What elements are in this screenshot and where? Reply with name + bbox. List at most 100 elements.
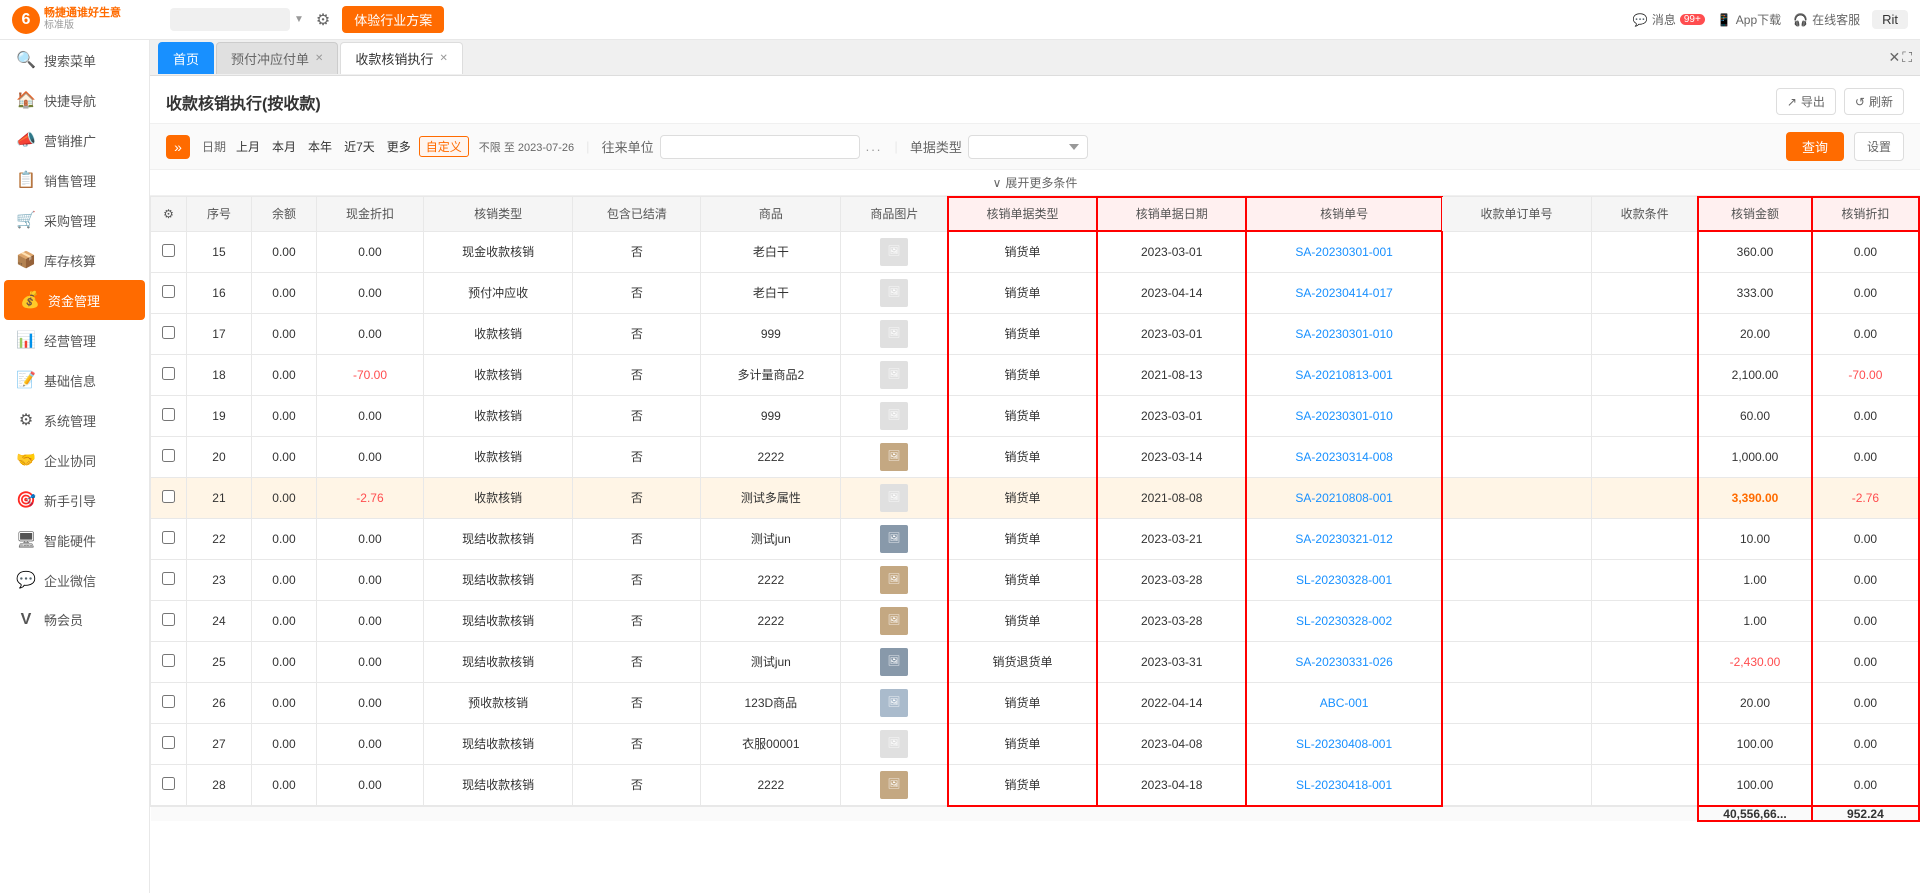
sidebar-item-finance[interactable]: 💰 资金管理 <box>4 280 145 320</box>
goods-img-cell: 🖼 <box>841 641 948 682</box>
prepay-tab-close-icon[interactable]: ✕ <box>315 53 323 64</box>
cancel-bill-no-cell[interactable]: ABC-001 <box>1246 682 1442 723</box>
cancel-bill-no-link[interactable]: SL-20230328-001 <box>1296 573 1392 587</box>
sidebar-item-search[interactable]: 🔍 搜索菜单 <box>0 40 149 80</box>
cancel-bill-no-cell[interactable]: SA-20230331-026 <box>1246 641 1442 682</box>
collab-icon: 🤝 <box>16 450 36 470</box>
goods-thumbnail: 🖼 <box>880 443 908 471</box>
tab-prepay[interactable]: 预付冲应付单 ✕ <box>216 42 338 74</box>
row-checkbox[interactable] <box>151 477 187 518</box>
sidebar-item-marketing[interactable]: 📣 营销推广 <box>0 120 149 160</box>
cancel-bill-no-cell[interactable]: SL-20230418-001 <box>1246 764 1442 806</box>
cancel-bill-no-link[interactable]: SA-20230301-010 <box>1295 327 1392 341</box>
this-year-btn[interactable]: 本年 <box>304 136 336 157</box>
sidebar-item-system[interactable]: ⚙ 系统管理 <box>0 400 149 440</box>
cancel-bill-no-cell[interactable]: SA-20230301-010 <box>1246 395 1442 436</box>
message-badge: 99+ <box>1680 14 1705 25</box>
row-checkbox[interactable] <box>151 518 187 559</box>
cancel-bill-no-link[interactable]: SA-20230321-012 <box>1295 532 1392 546</box>
cancel-bill-no-cell[interactable]: SA-20230321-012 <box>1246 518 1442 559</box>
sidebar-item-collab[interactable]: 🤝 企业协同 <box>0 440 149 480</box>
cancel-bill-no-cell[interactable]: SA-20210813-001 <box>1246 354 1442 395</box>
sidebar-item-guide[interactable]: 🎯 新手引导 <box>0 480 149 520</box>
cancel-bill-no-link[interactable]: SA-20230301-010 <box>1295 409 1392 423</box>
row-checkbox[interactable] <box>151 682 187 723</box>
cancel-bill-no-cell[interactable]: SA-20230414-017 <box>1246 272 1442 313</box>
message-btn[interactable]: 💬 消息 99+ <box>1633 11 1705 28</box>
row-checkbox[interactable] <box>151 231 187 272</box>
tab-close-all-button[interactable]: ✕ <box>1888 49 1900 66</box>
row-checkbox[interactable] <box>151 313 187 354</box>
query-button[interactable]: 查询 <box>1786 132 1844 161</box>
export-button[interactable]: ↗ 导出 <box>1776 88 1836 115</box>
row-checkbox[interactable] <box>151 723 187 764</box>
cancel-bill-no-link[interactable]: SL-20230408-001 <box>1296 737 1392 751</box>
bill-type-select[interactable] <box>968 135 1088 159</box>
col-gear[interactable]: ⚙ <box>151 197 187 232</box>
sidebar-item-hardware[interactable]: 🖥 智能硬件 <box>0 520 149 560</box>
cancel-bill-no-cell[interactable]: SA-20230301-001 <box>1246 231 1442 272</box>
company-selector[interactable]: ▼ <box>170 8 304 31</box>
cancel-amount-cell: 1.00 <box>1698 559 1812 600</box>
footer-cancel-amount: 40,556,66... <box>1698 806 1812 821</box>
receipt-order-no-cell <box>1442 723 1591 764</box>
gear-column-icon[interactable]: ⚙ <box>163 207 174 221</box>
goods-img-cell: 🖼 <box>841 354 948 395</box>
sidebar-item-inventory[interactable]: 📦 库存核算 <box>0 240 149 280</box>
cancel-bill-no-cell[interactable]: SL-20230328-001 <box>1246 559 1442 600</box>
cancel-bill-no-link[interactable]: SA-20230331-026 <box>1295 655 1392 669</box>
cancel-bill-no-link[interactable]: SL-20230328-002 <box>1296 614 1392 628</box>
settings-gear-icon[interactable]: ⚙ <box>312 6 334 34</box>
app-download-btn[interactable]: 📱 App下载 <box>1717 11 1781 28</box>
sidebar-item-wechat[interactable]: 💬 企业微信 <box>0 560 149 600</box>
cancel-bill-no-link[interactable]: SA-20230414-017 <box>1295 286 1392 300</box>
tab-maximize-button[interactable]: ⛶ <box>1902 49 1912 66</box>
cancel-amount-cell: 10.00 <box>1698 518 1812 559</box>
cancel-bill-no-link[interactable]: SA-20230314-008 <box>1295 450 1392 464</box>
cancel-type-cell: 现结收款核销 <box>424 723 573 764</box>
sidebar-item-purchase[interactable]: 🛒 采购管理 <box>0 200 149 240</box>
row-checkbox[interactable] <box>151 436 187 477</box>
cancel-bill-no-cell[interactable]: SA-20230314-008 <box>1246 436 1442 477</box>
goods-img-cell: 🖼 <box>841 231 948 272</box>
custom-date-btn[interactable]: 自定义 <box>419 136 469 157</box>
row-checkbox[interactable] <box>151 354 187 395</box>
cancel-bill-no-cell[interactable]: SA-20210808-001 <box>1246 477 1442 518</box>
last-month-btn[interactable]: 上月 <box>232 136 264 157</box>
industry-solution-button[interactable]: 体验行业方案 <box>342 6 444 33</box>
this-month-btn[interactable]: 本月 <box>268 136 300 157</box>
sidebar-item-operations[interactable]: 📊 经营管理 <box>0 320 149 360</box>
cancel-type-cell: 现结收款核销 <box>424 518 573 559</box>
row-checkbox[interactable] <box>151 600 187 641</box>
cancel-bill-no-cell[interactable]: SA-20230301-010 <box>1246 313 1442 354</box>
tab-home[interactable]: 首页 <box>158 42 214 74</box>
user-menu[interactable]: Rit <box>1872 10 1908 29</box>
sidebar-item-member[interactable]: V 畅会员 <box>0 600 149 639</box>
cancel-bill-no-link[interactable]: ABC-001 <box>1320 696 1369 710</box>
row-checkbox[interactable] <box>151 559 187 600</box>
from-unit-input[interactable] <box>660 135 860 159</box>
row-checkbox[interactable] <box>151 764 187 806</box>
cancel-bill-no-link[interactable]: SA-20210813-001 <box>1295 368 1392 382</box>
last-7days-btn[interactable]: 近7天 <box>340 136 379 157</box>
setting-button[interactable]: 设置 <box>1854 132 1904 161</box>
expand-more-button[interactable]: ∨ 展开更多条件 <box>993 174 1078 191</box>
table-row: 150.000.00现金收款核销否老白干🖼销货单2023-03-01SA-202… <box>151 231 1920 272</box>
cancel-bill-no-link[interactable]: SA-20230301-001 <box>1295 245 1392 259</box>
tab-cancel[interactable]: 收款核销执行 ✕ <box>340 42 462 74</box>
row-checkbox[interactable] <box>151 641 187 682</box>
cancel-bill-no-link[interactable]: SL-20230418-001 <box>1296 778 1392 792</box>
cancel-tab-close-icon[interactable]: ✕ <box>439 53 447 64</box>
filter-expand-button[interactable]: » <box>166 135 190 159</box>
more-date-btn[interactable]: 更多 <box>383 136 415 157</box>
cancel-bill-no-cell[interactable]: SL-20230408-001 <box>1246 723 1442 764</box>
row-checkbox[interactable] <box>151 272 187 313</box>
sidebar-item-basic-info[interactable]: 📝 基础信息 <box>0 360 149 400</box>
cancel-bill-no-cell[interactable]: SL-20230328-002 <box>1246 600 1442 641</box>
refresh-button[interactable]: ↺ 刷新 <box>1844 88 1904 115</box>
row-checkbox[interactable] <box>151 395 187 436</box>
online-service-btn[interactable]: 🎧 在线客服 <box>1793 11 1860 28</box>
sidebar-item-sales[interactable]: 📋 销售管理 <box>0 160 149 200</box>
cancel-bill-no-link[interactable]: SA-20210808-001 <box>1295 491 1392 505</box>
sidebar-item-quicknav[interactable]: 🏠 快捷导航 <box>0 80 149 120</box>
